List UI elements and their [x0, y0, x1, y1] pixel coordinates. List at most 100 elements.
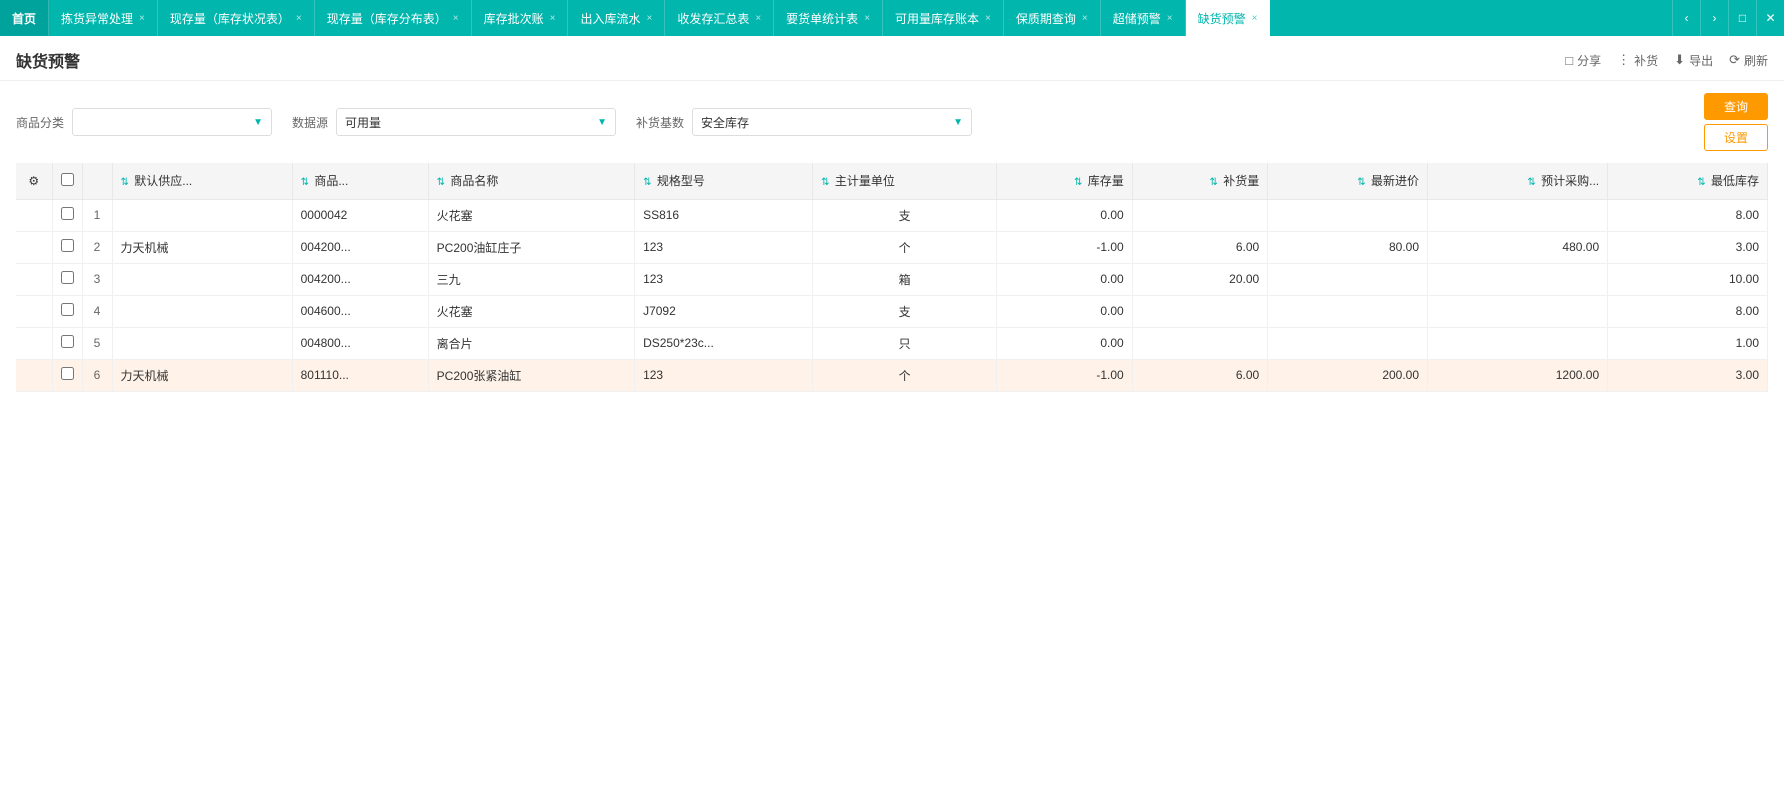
- col-replenish-label: 补货量: [1223, 174, 1259, 188]
- replenish-base-select[interactable]: 安全库存 ▼: [692, 108, 972, 136]
- row-latest-price-5: 200.00: [1268, 359, 1428, 391]
- nav-tab-9[interactable]: 保质期查询×: [1004, 0, 1101, 36]
- row-name-3: 火花塞: [428, 295, 634, 327]
- row-code-5: 801110...: [292, 359, 428, 391]
- row-check-0[interactable]: [52, 199, 82, 231]
- export-button[interactable]: ⬇ 导出: [1674, 52, 1713, 69]
- row-latest-price-2: [1268, 263, 1428, 295]
- row-checkbox-4[interactable]: [61, 335, 74, 348]
- col-expected-header[interactable]: ⇅ 预计采购...: [1428, 163, 1608, 199]
- nav-tab-close-9[interactable]: ×: [1082, 13, 1088, 24]
- nav-tab-0[interactable]: 首页: [0, 0, 49, 36]
- row-check-5[interactable]: [52, 359, 82, 391]
- nav-tab-3[interactable]: 现存量（库存分布表）×: [315, 0, 472, 36]
- nav-tab-2[interactable]: 现存量（库存状况表）×: [158, 0, 315, 36]
- datasource-filter: 数据源 可用量 ▼: [292, 108, 616, 136]
- replenish-button[interactable]: ⋮ 补货: [1617, 52, 1658, 69]
- col-name-header[interactable]: ⇅ 商品名称: [428, 163, 634, 199]
- row-num-2: 3: [82, 263, 112, 295]
- row-checkbox-3[interactable]: [61, 303, 74, 316]
- select-all-header[interactable]: [52, 163, 82, 199]
- row-stock-2: 0.00: [997, 263, 1132, 295]
- col-unit-header[interactable]: ⇅ 主计量单位: [813, 163, 997, 199]
- refresh-button[interactable]: ⟳ 刷新: [1729, 52, 1768, 69]
- row-gear-5: [16, 359, 52, 391]
- row-checkbox-1[interactable]: [61, 239, 74, 252]
- nav-tab-close-11[interactable]: ×: [1252, 13, 1258, 24]
- col-stock-header[interactable]: ⇅ 库存量: [997, 163, 1132, 199]
- replenish-base-arrow-icon: ▼: [953, 117, 963, 128]
- nav-close[interactable]: ✕: [1756, 0, 1784, 36]
- nav-restore[interactable]: □: [1728, 0, 1756, 36]
- col-spec-header[interactable]: ⇅ 规格型号: [635, 163, 813, 199]
- col-min-stock-header[interactable]: ⇅ 最低库存: [1608, 163, 1768, 199]
- row-supplier-3: [112, 295, 292, 327]
- nav-tab-8[interactable]: 可用量库存账本 ×: [883, 0, 1004, 36]
- col-unit-label: 主计量单位: [835, 174, 895, 188]
- min-stock-sort-icon: ⇅: [1697, 177, 1705, 188]
- nav-tab-close-7[interactable]: ×: [864, 13, 870, 24]
- row-check-1[interactable]: [52, 231, 82, 263]
- row-checkbox-5[interactable]: [61, 367, 74, 380]
- datasource-select[interactable]: 可用量 ▼: [336, 108, 616, 136]
- row-min-stock-1: 3.00: [1608, 231, 1768, 263]
- row-expected-2: [1428, 263, 1608, 295]
- col-supplier-header[interactable]: ⇅ 默认供应...: [112, 163, 292, 199]
- query-button[interactable]: 查询: [1704, 93, 1768, 120]
- nav-tab-1[interactable]: 拣货异常处理×: [49, 0, 158, 36]
- nav-tab-10[interactable]: 超储预警×: [1101, 0, 1186, 36]
- row-checkbox-0[interactable]: [61, 207, 74, 220]
- select-all-checkbox[interactable]: [61, 173, 74, 186]
- row-unit-3: 支: [813, 295, 997, 327]
- row-spec-2: 123: [635, 263, 813, 295]
- nav-tab-6[interactable]: 收发存汇总表 ×: [665, 0, 774, 36]
- row-latest-price-1: 80.00: [1268, 231, 1428, 263]
- settings-gear-header[interactable]: ⚙: [16, 163, 52, 199]
- row-checkbox-2[interactable]: [61, 271, 74, 284]
- row-spec-4: DS250*23c...: [635, 327, 813, 359]
- row-gear-2: [16, 263, 52, 295]
- category-select[interactable]: ▼: [72, 108, 272, 136]
- row-check-2[interactable]: [52, 263, 82, 295]
- share-button[interactable]: □ 分享: [1565, 52, 1601, 69]
- nav-tab-5[interactable]: 出入库流水×: [568, 0, 665, 36]
- row-code-4: 004800...: [292, 327, 428, 359]
- col-replenish-header[interactable]: ⇅ 补货量: [1132, 163, 1267, 199]
- table-row: 10000042火花塞SS816支0.008.00: [16, 199, 1768, 231]
- nav-tab-7[interactable]: 要货单统计表×: [774, 0, 883, 36]
- replenish-base-label: 补货基数: [636, 114, 684, 131]
- settings-button[interactable]: 设置: [1704, 124, 1768, 151]
- nav-tab-close-1[interactable]: ×: [139, 13, 145, 24]
- replenish-icon: ⋮: [1617, 52, 1630, 68]
- nav-tab-label-8: 可用量库存账本: [895, 10, 979, 27]
- col-latest-price-header[interactable]: ⇅ 最新进价: [1268, 163, 1428, 199]
- nav-tab-close-3[interactable]: ×: [453, 13, 459, 24]
- refresh-icon: ⟳: [1729, 52, 1740, 68]
- row-spec-5: 123: [635, 359, 813, 391]
- row-expected-1: 480.00: [1428, 231, 1608, 263]
- export-icon: ⬇: [1674, 52, 1685, 68]
- nav-tab-11[interactable]: 缺货预警×: [1186, 0, 1271, 36]
- nav-tab-close-10[interactable]: ×: [1167, 13, 1173, 24]
- nav-tab-close-5[interactable]: ×: [646, 13, 652, 24]
- row-check-4[interactable]: [52, 327, 82, 359]
- row-code-3: 004600...: [292, 295, 428, 327]
- nav-tab-4[interactable]: 库存批次账×: [472, 0, 569, 36]
- nav-arrow-right[interactable]: ›: [1700, 0, 1728, 36]
- datasource-value: 可用量: [345, 114, 381, 131]
- nav-tab-label-6: 收发存汇总表: [677, 10, 749, 27]
- nav-arrow-left[interactable]: ‹: [1672, 0, 1700, 36]
- datasource-label: 数据源: [292, 114, 328, 131]
- category-arrow-icon: ▼: [253, 117, 263, 128]
- nav-tab-close-2[interactable]: ×: [296, 13, 302, 24]
- row-stock-5: -1.00: [997, 359, 1132, 391]
- nav-tab-close-4[interactable]: ×: [550, 13, 556, 24]
- row-check-3[interactable]: [52, 295, 82, 327]
- row-unit-1: 个: [813, 231, 997, 263]
- col-spec-label: 规格型号: [657, 174, 705, 188]
- col-code-header[interactable]: ⇅ 商品...: [292, 163, 428, 199]
- nav-tab-close-6[interactable]: ×: [755, 13, 761, 24]
- row-spec-3: J7092: [635, 295, 813, 327]
- name-sort-icon: ⇅: [437, 177, 445, 188]
- nav-tab-close-8[interactable]: ×: [985, 13, 991, 24]
